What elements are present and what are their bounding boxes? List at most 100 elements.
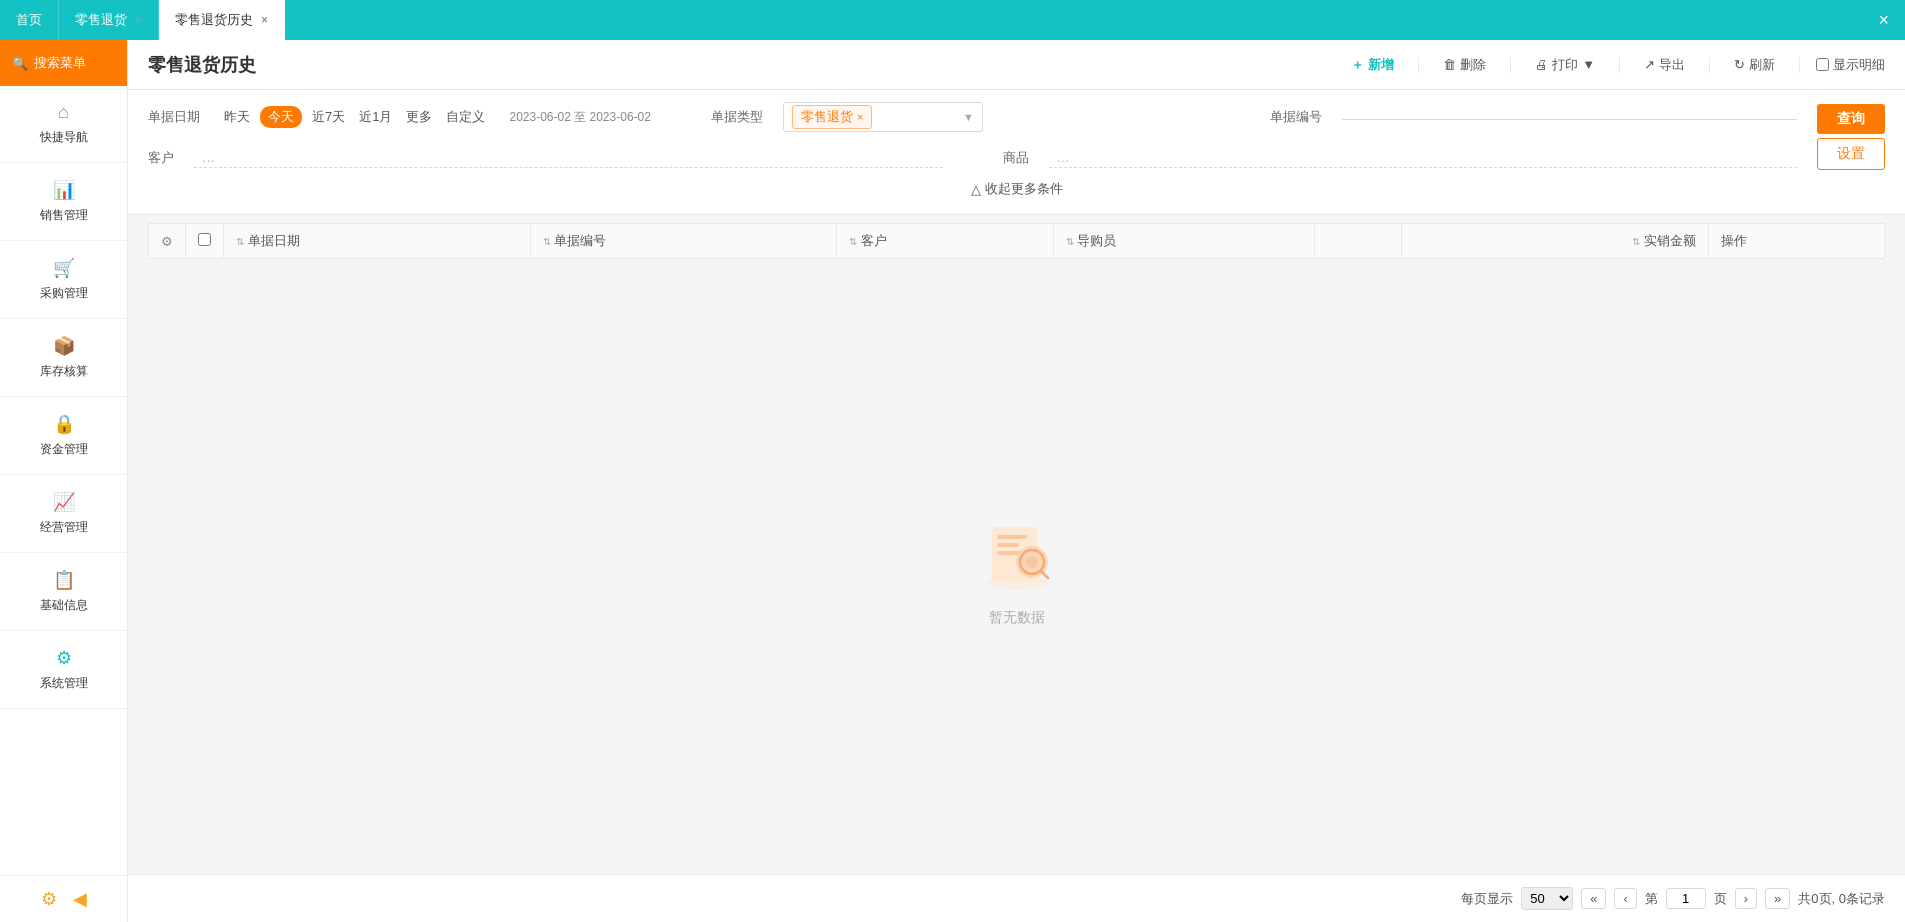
date-col-label: 单据日期 — [248, 233, 300, 248]
doc-no-col-header: ⇅ 单据编号 — [530, 224, 837, 259]
pagination-bar: 每页显示 10 20 50 100 « ‹ 第 页 › » 共0页, 0条记录 — [128, 874, 1905, 922]
tab-retail-return[interactable]: 零售退货 × — [59, 0, 159, 40]
date-option-today[interactable]: 今天 — [260, 106, 302, 128]
query-button[interactable]: 查询 — [1817, 104, 1885, 134]
page-title: 零售退货历史 — [148, 53, 256, 77]
collapse-sidebar-icon[interactable]: ◀ — [73, 888, 87, 910]
sales-icon: 📊 — [53, 179, 75, 201]
table-area: ⚙ ⇅ 单据日期 ⇅ 单据编号 — [128, 215, 1905, 874]
settings-button[interactable]: 设置 — [1817, 138, 1885, 170]
first-page-button[interactable]: « — [1581, 888, 1606, 909]
filter-dates: 昨天 今天 近7天 近1月 更多 自定义 — [220, 106, 489, 128]
header-actions: ＋ 新增 🗑 删除 🖨 打印 ▼ ↗ 导出 — [1343, 52, 1885, 78]
customer-input[interactable]: … — [194, 148, 943, 168]
date-option-yesterday[interactable]: 昨天 — [220, 106, 254, 128]
export-button[interactable]: ↗ 导出 — [1636, 52, 1693, 78]
per-page-select[interactable]: 10 20 50 100 — [1521, 887, 1573, 910]
date-option-1month[interactable]: 近1月 — [355, 106, 396, 128]
doc-no-filter-label: 单据编号 — [1270, 108, 1322, 126]
next-page-button[interactable]: › — [1735, 888, 1757, 909]
date-col-sort-icon[interactable]: ⇅ — [236, 236, 244, 247]
date-option-custom[interactable]: 自定义 — [442, 106, 489, 128]
guide-col-header: ⇅ 导购员 — [1053, 224, 1315, 259]
sidebar-item-label: 系统管理 — [40, 675, 88, 692]
settings-bottom-icon[interactable]: ⚙ — [41, 888, 57, 910]
svg-rect-2 — [997, 535, 1027, 539]
data-table: ⚙ ⇅ 单据日期 ⇅ 单据编号 — [148, 223, 1885, 259]
date-filter-label: 单据日期 — [148, 108, 200, 126]
checkbox-col-header — [186, 224, 224, 259]
sidebar-item-label: 基础信息 — [40, 597, 88, 614]
show-detail-checkbox[interactable] — [1816, 58, 1829, 71]
separator — [1619, 57, 1620, 73]
window-close-button[interactable]: × — [1862, 10, 1905, 31]
sidebar-item-label: 采购管理 — [40, 285, 88, 302]
print-dropdown-icon: ▼ — [1582, 57, 1595, 72]
delete-button[interactable]: 🗑 删除 — [1435, 52, 1494, 78]
prev-page-button[interactable]: ‹ — [1614, 888, 1636, 909]
date-option-more[interactable]: 更多 — [402, 106, 436, 128]
export-icon: ↗ — [1644, 57, 1655, 72]
date-option-7days[interactable]: 近7天 — [308, 106, 349, 128]
type-tag-label: 零售退货 — [801, 108, 853, 126]
type-dropdown-icon: ▼ — [963, 111, 974, 123]
action-col-label: 操作 — [1721, 233, 1747, 248]
tab-home[interactable]: 首页 — [0, 0, 59, 40]
doc-no-col-sort-icon[interactable]: ⇅ — [543, 236, 551, 247]
doc-no-input[interactable] — [1342, 115, 1797, 120]
show-detail-container: 显示明细 — [1816, 56, 1885, 74]
sidebar-search[interactable]: 🔍 搜索菜单 — [0, 40, 127, 86]
tab-retail-return-history-close[interactable]: × — [261, 13, 268, 27]
type-filter-dropdown[interactable]: 零售退货 × ▼ — [783, 102, 983, 132]
sidebar-item-purchase-mgmt[interactable]: 🛒 采购管理 — [0, 241, 127, 319]
empty-text: 暂无数据 — [989, 609, 1045, 627]
add-button[interactable]: ＋ 新增 — [1343, 52, 1402, 78]
guide-col-sort-icon[interactable]: ⇅ — [1066, 236, 1074, 247]
home-icon: ⌂ — [58, 102, 69, 123]
delete-icon: 🗑 — [1443, 57, 1456, 72]
print-button[interactable]: 🖨 打印 ▼ — [1527, 52, 1603, 78]
sidebar-item-quick-nav[interactable]: ⌂ 快捷导航 — [0, 86, 127, 163]
amount-col-sort-icon[interactable]: ⇅ — [1632, 236, 1640, 247]
sidebar-item-system-mgmt[interactable]: ⚙ 系统管理 — [0, 631, 127, 709]
main-layout: 🔍 搜索菜单 ⌂ 快捷导航 📊 销售管理 🛒 采购管理 📦 库存核算 🔒 资金管… — [0, 40, 1905, 922]
action-col-header: 操作 — [1708, 224, 1884, 259]
collapse-button[interactable]: △ 收起更多条件 — [959, 176, 1075, 202]
purchase-icon: 🛒 — [53, 257, 75, 279]
select-all-checkbox[interactable] — [198, 233, 211, 246]
page-input[interactable] — [1666, 888, 1706, 909]
table-header: ⚙ ⇅ 单据日期 ⇅ 单据编号 — [149, 224, 1885, 259]
sidebar-item-finance[interactable]: 🔒 资金管理 — [0, 397, 127, 475]
content-area: 零售退货历史 ＋ 新增 🗑 删除 🖨 打印 ▼ — [128, 40, 1905, 922]
table-header-row: ⚙ ⇅ 单据日期 ⇅ 单据编号 — [149, 224, 1885, 259]
sidebar-bottom: ⚙ ◀ — [0, 875, 127, 922]
search-icon: 🔍 — [12, 56, 28, 71]
customer-col-sort-icon[interactable]: ⇅ — [849, 236, 857, 247]
separator — [1418, 57, 1419, 73]
last-page-button[interactable]: » — [1765, 888, 1790, 909]
separator — [1799, 57, 1800, 73]
sidebar-item-inventory[interactable]: 📦 库存核算 — [0, 319, 127, 397]
type-tag-close[interactable]: × — [857, 111, 863, 123]
refresh-icon: ↻ — [1734, 57, 1745, 72]
sidebar-item-operations[interactable]: 📈 经营管理 — [0, 475, 127, 553]
tab-retail-return-close[interactable]: × — [135, 13, 142, 27]
sidebar-item-label: 快捷导航 — [40, 129, 88, 146]
sidebar-item-sales-mgmt[interactable]: 📊 销售管理 — [0, 163, 127, 241]
goods-input[interactable]: … — [1049, 148, 1798, 168]
sidebar: 🔍 搜索菜单 ⌂ 快捷导航 📊 销售管理 🛒 采购管理 📦 库存核算 🔒 资金管… — [0, 40, 128, 922]
show-detail-label: 显示明细 — [1833, 56, 1885, 74]
table-settings-icon[interactable]: ⚙ — [161, 234, 173, 249]
empty-state: 暂无数据 — [148, 259, 1885, 874]
tab-retail-return-label: 零售退货 — [75, 11, 127, 29]
basic-info-icon: 📋 — [53, 569, 75, 591]
sidebar-search-label: 搜索菜单 — [34, 54, 86, 72]
svg-point-8 — [1026, 556, 1038, 568]
per-page-label: 每页显示 — [1461, 890, 1513, 908]
print-icon: 🖨 — [1535, 57, 1548, 72]
separator — [1510, 57, 1511, 73]
sidebar-item-basic-info[interactable]: 📋 基础信息 — [0, 553, 127, 631]
add-label: 新增 — [1368, 56, 1394, 74]
tab-retail-return-history[interactable]: 零售退货历史 × — [159, 0, 285, 40]
refresh-button[interactable]: ↻ 刷新 — [1726, 52, 1783, 78]
